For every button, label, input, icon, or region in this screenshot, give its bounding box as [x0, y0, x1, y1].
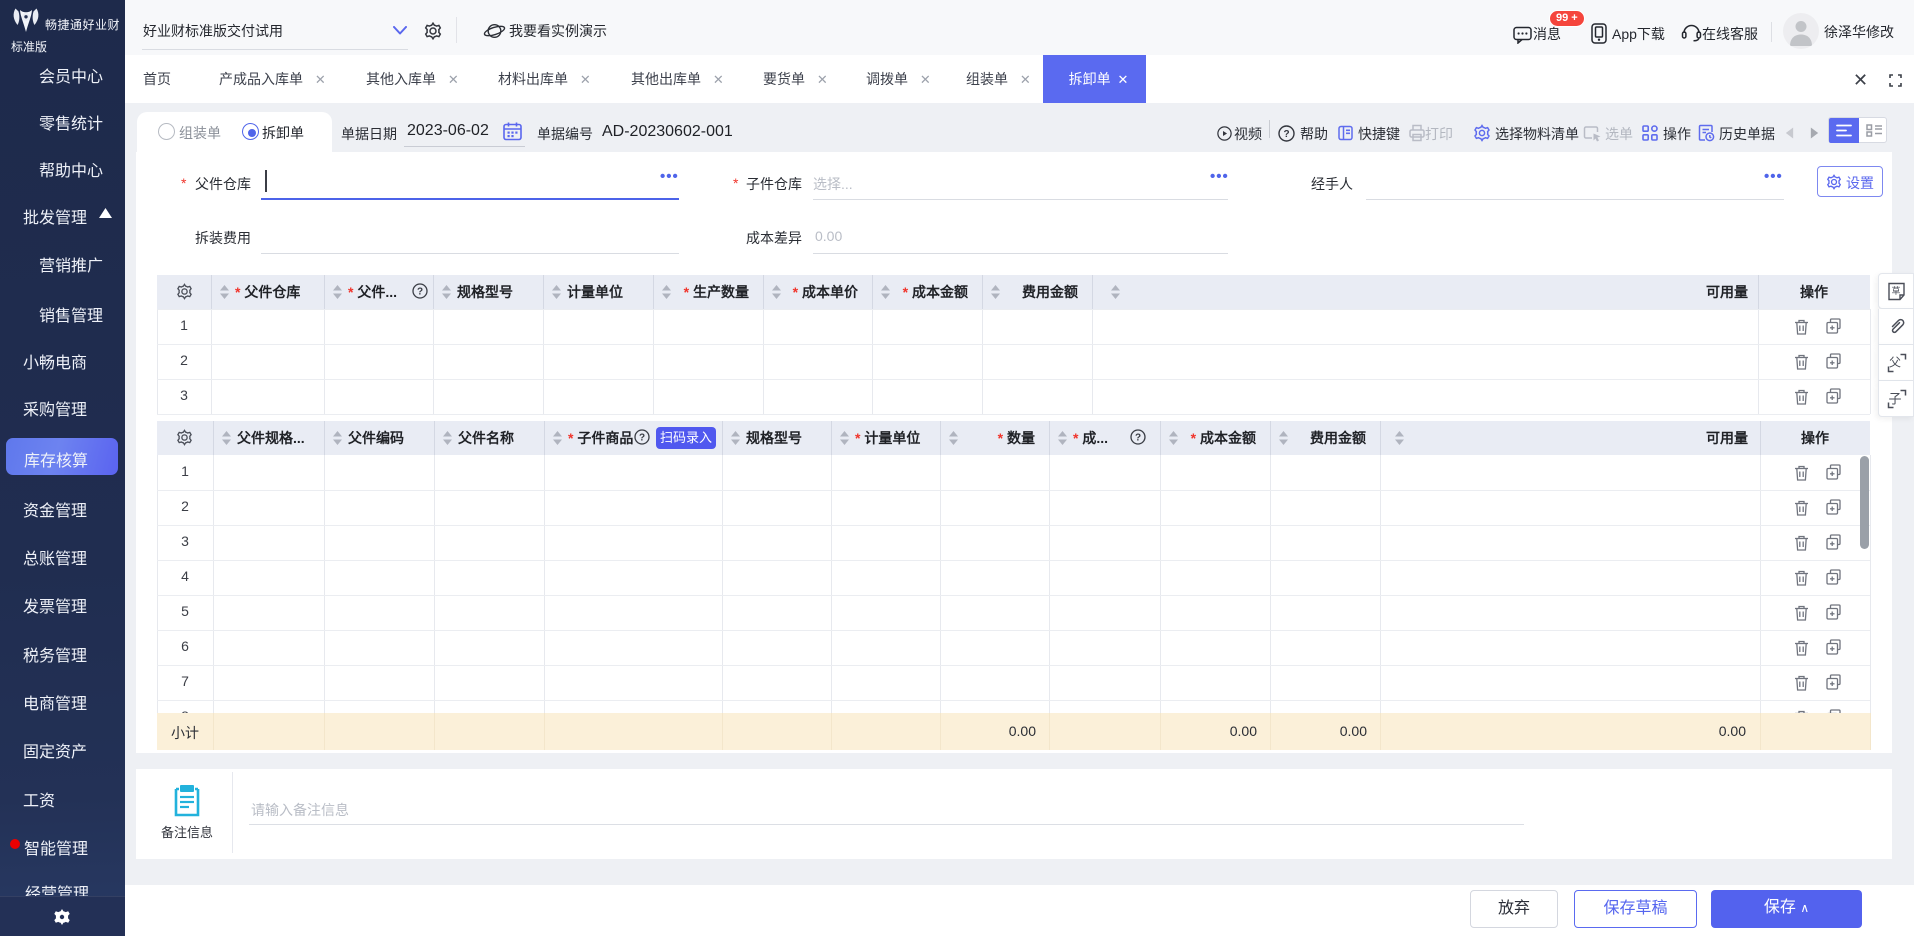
svg-text:草: 草	[1891, 285, 1900, 296]
svg-text:父: 父	[1889, 356, 1901, 370]
svg-text:子: 子	[1888, 392, 1901, 407]
svg-text:?: ?	[1283, 129, 1289, 140]
